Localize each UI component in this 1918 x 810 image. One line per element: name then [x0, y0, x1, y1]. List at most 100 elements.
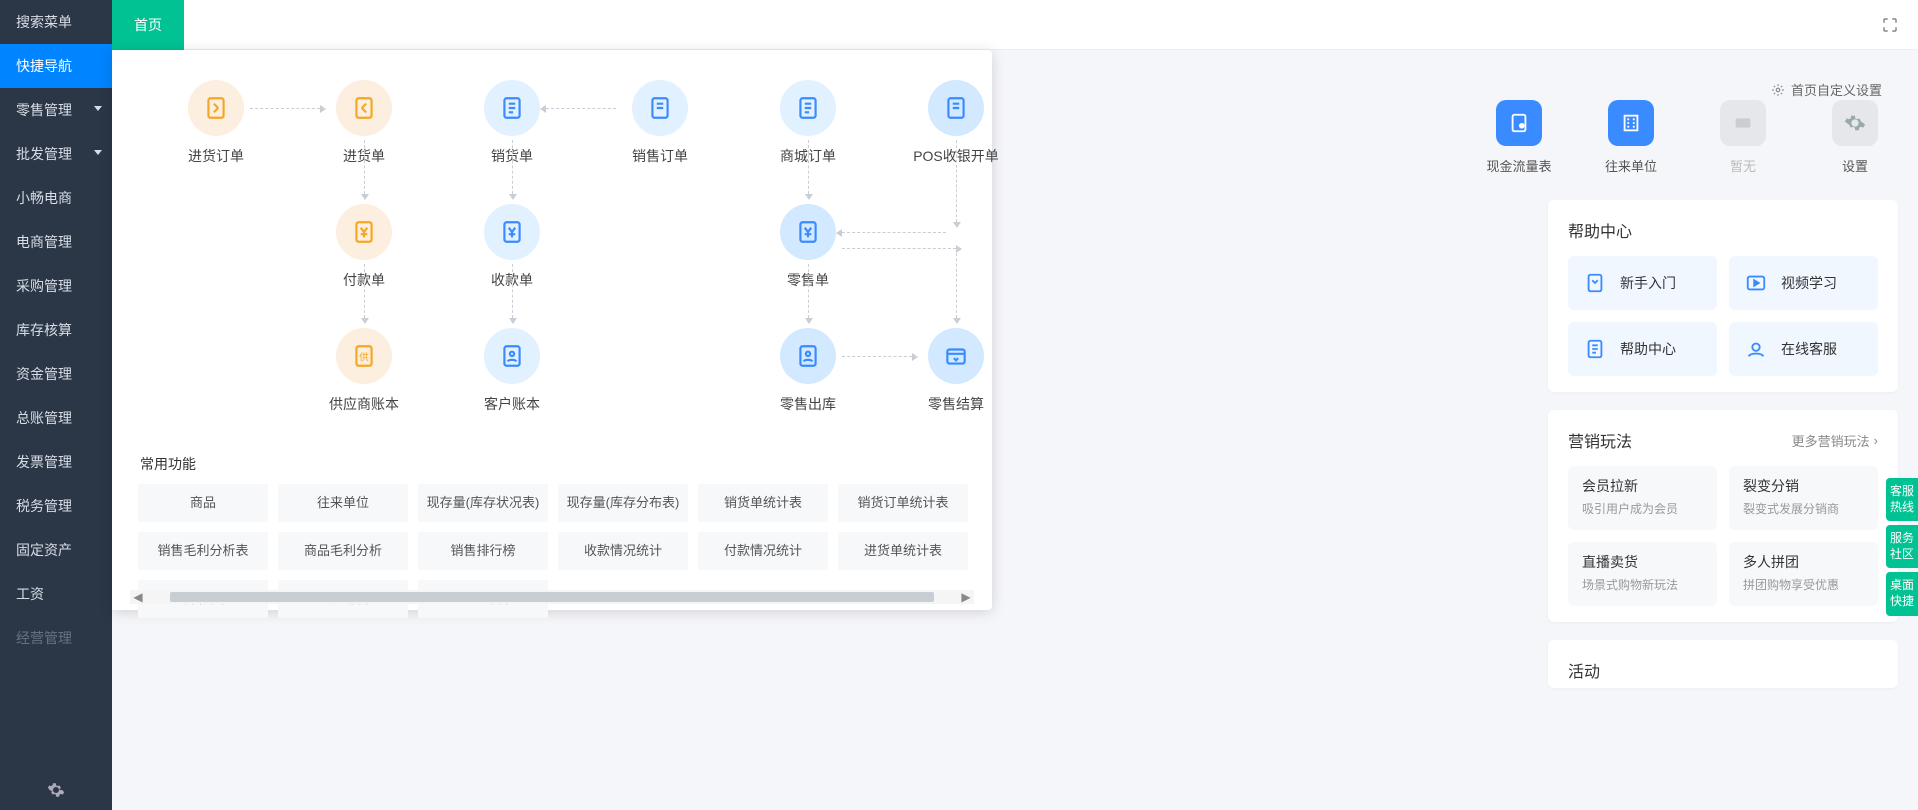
sidebar-item-inventory[interactable]: 库存核算 [0, 308, 112, 352]
help-panel: 帮助中心 新手入门 视频学习 帮助中心 在线客服 [1548, 200, 1898, 392]
common-sales-rank[interactable]: 销售排行榜 [418, 532, 548, 570]
customize-home-link[interactable]: 首页自定义设置 [1771, 80, 1882, 99]
quick-empty[interactable]: 暂无 [1700, 100, 1786, 175]
help-center[interactable]: 帮助中心 [1568, 322, 1717, 376]
market-member[interactable]: 会员拉新吸引用户成为会员 [1568, 466, 1717, 530]
flow-retail-settle[interactable]: 零售结算 [882, 328, 1030, 414]
common-sales-order-stats[interactable]: 销货订单统计表 [838, 484, 968, 522]
arrow-icon [364, 140, 365, 194]
market-fission[interactable]: 裂变分销裂变式发展分销商 [1729, 466, 1878, 530]
quick-settings[interactable]: 设置 [1812, 100, 1898, 175]
quick-contacts[interactable]: 往来单位 [1588, 100, 1674, 175]
float-community[interactable]: 服务社区 [1886, 525, 1918, 568]
scroll-left-icon[interactable]: ◀ [130, 590, 146, 604]
video-icon [1743, 270, 1769, 296]
arrow-icon [808, 264, 809, 318]
market-live[interactable]: 直播卖货场景式购物新玩法 [1568, 542, 1717, 606]
sidebar-item-xiaochang[interactable]: 小畅电商 [0, 176, 112, 220]
scroll-thumb[interactable] [170, 592, 934, 602]
horizontal-scrollbar[interactable]: ◀ ▶ [130, 590, 974, 604]
marketing-title: 营销玩法 [1568, 428, 1632, 452]
quick-cashflow[interactable]: 现金流量表 [1476, 100, 1562, 175]
sidebar-settings[interactable] [0, 770, 112, 810]
doc-icon [1582, 270, 1608, 296]
common-sales-stats[interactable]: 销货单统计表 [698, 484, 828, 522]
sidebar-item-funds[interactable]: 资金管理 [0, 352, 112, 396]
flow-customer-ledger[interactable]: 客户账本 [438, 328, 586, 414]
arrow-icon [808, 140, 809, 194]
help-service[interactable]: 在线客服 [1729, 322, 1878, 376]
common-payment-stats[interactable]: 付款情况统计 [698, 532, 828, 570]
help-getting-started[interactable]: 新手入门 [1568, 256, 1717, 310]
customer-icon [499, 343, 525, 369]
chevron-down-icon [94, 150, 102, 155]
fullscreen-icon [1881, 16, 1899, 34]
marketing-panel: 营销玩法 更多营销玩法› 会员拉新吸引用户成为会员 裂变分销裂变式发展分销商 直… [1548, 410, 1898, 622]
sidebar-item-wholesale[interactable]: 批发管理 [0, 132, 112, 176]
activity-title: 活动 [1568, 658, 1600, 682]
sidebar-item-ledger[interactable]: 总账管理 [0, 396, 112, 440]
arrow-icon [250, 108, 320, 109]
flow-sales-order[interactable]: 销售订单 [586, 80, 734, 166]
float-hotline[interactable]: 客服热线 [1886, 478, 1918, 521]
pos-icon [943, 95, 969, 121]
quick-actions: 现金流量表 往来单位 暂无 设置 [1476, 100, 1898, 175]
marketing-more-link[interactable]: 更多营销玩法› [1792, 431, 1878, 450]
sidebar-item-retail[interactable]: 零售管理 [0, 88, 112, 132]
topbar: 首页 [112, 0, 1918, 50]
common-stock-status[interactable]: 现存量(库存状况表) [418, 484, 548, 522]
sidebar-item-quicknav[interactable]: 快捷导航 [0, 44, 112, 88]
market-group[interactable]: 多人拼团拼团购物享受优惠 [1729, 542, 1878, 606]
activity-panel: 活动 [1548, 640, 1898, 688]
arrow-icon [512, 264, 513, 318]
arrow-icon [512, 140, 513, 194]
doc-out-icon [351, 95, 377, 121]
doc-list-icon [499, 95, 525, 121]
report-icon [1508, 112, 1530, 134]
doc-icon [795, 95, 821, 121]
flow-supplier-ledger[interactable]: 供供应商账本 [290, 328, 438, 414]
common-gross-sales[interactable]: 销售毛利分析表 [138, 532, 268, 570]
common-receipt-stats[interactable]: 收款情况统计 [558, 532, 688, 570]
quicknav-flyout: 进货订单 进货单 销货单 销售订单 商城订单 POS收银开单 付款单 收款单 零… [112, 50, 992, 610]
sidebar-item-salary[interactable]: 工资 [0, 572, 112, 616]
sidebar-item-purchase[interactable]: 采购管理 [0, 264, 112, 308]
help-title: 帮助中心 [1568, 218, 1632, 242]
common-goods[interactable]: 商品 [138, 484, 268, 522]
fullscreen-button[interactable] [1872, 7, 1908, 43]
sidebar-item-tax[interactable]: 税务管理 [0, 484, 112, 528]
arrow-icon [842, 248, 956, 249]
sidebar-item-operation[interactable]: 经营管理 [0, 616, 112, 660]
arrow-icon [546, 108, 616, 109]
arrow-icon [956, 248, 957, 318]
placeholder-icon [1732, 112, 1754, 134]
sidebar-item-invoice[interactable]: 发票管理 [0, 440, 112, 484]
sidebar-item-ecom[interactable]: 电商管理 [0, 220, 112, 264]
gear-icon [1771, 83, 1785, 97]
settle-icon [943, 343, 969, 369]
gear-icon [47, 781, 65, 799]
doc-icon [1582, 336, 1608, 362]
common-contacts[interactable]: 往来单位 [278, 484, 408, 522]
scroll-right-icon[interactable]: ▶ [958, 590, 974, 604]
right-column: 帮助中心 新手入门 视频学习 帮助中心 在线客服 营销玩法 更多营销玩法› 会员… [1548, 200, 1898, 706]
tab-home[interactable]: 首页 [112, 0, 184, 50]
outbound-icon [795, 343, 821, 369]
gear-icon [1844, 112, 1866, 134]
building-icon [1620, 112, 1642, 134]
arrow-icon [842, 356, 912, 357]
help-video[interactable]: 视频学习 [1729, 256, 1878, 310]
sidebar-item-search[interactable]: 搜索菜单 [0, 0, 112, 44]
sidebar-item-assets[interactable]: 固定资产 [0, 528, 112, 572]
float-desktop[interactable]: 桌面快捷 [1886, 572, 1918, 615]
common-purchase-stats[interactable]: 进货单统计表 [838, 532, 968, 570]
yen-doc-icon [499, 219, 525, 245]
flow-purchase-order[interactable]: 进货订单 [142, 80, 290, 166]
common-gross-goods[interactable]: 商品毛利分析 [278, 532, 408, 570]
doc-icon [647, 95, 673, 121]
workflow-diagram: 进货订单 进货单 销货单 销售订单 商城订单 POS收银开单 付款单 收款单 零… [132, 80, 972, 450]
common-stock-dist[interactable]: 现存量(库存分布表) [558, 484, 688, 522]
flow-retail-out[interactable]: 零售出库 [734, 328, 882, 414]
headset-icon [1743, 336, 1769, 362]
arrow-icon [364, 264, 365, 318]
